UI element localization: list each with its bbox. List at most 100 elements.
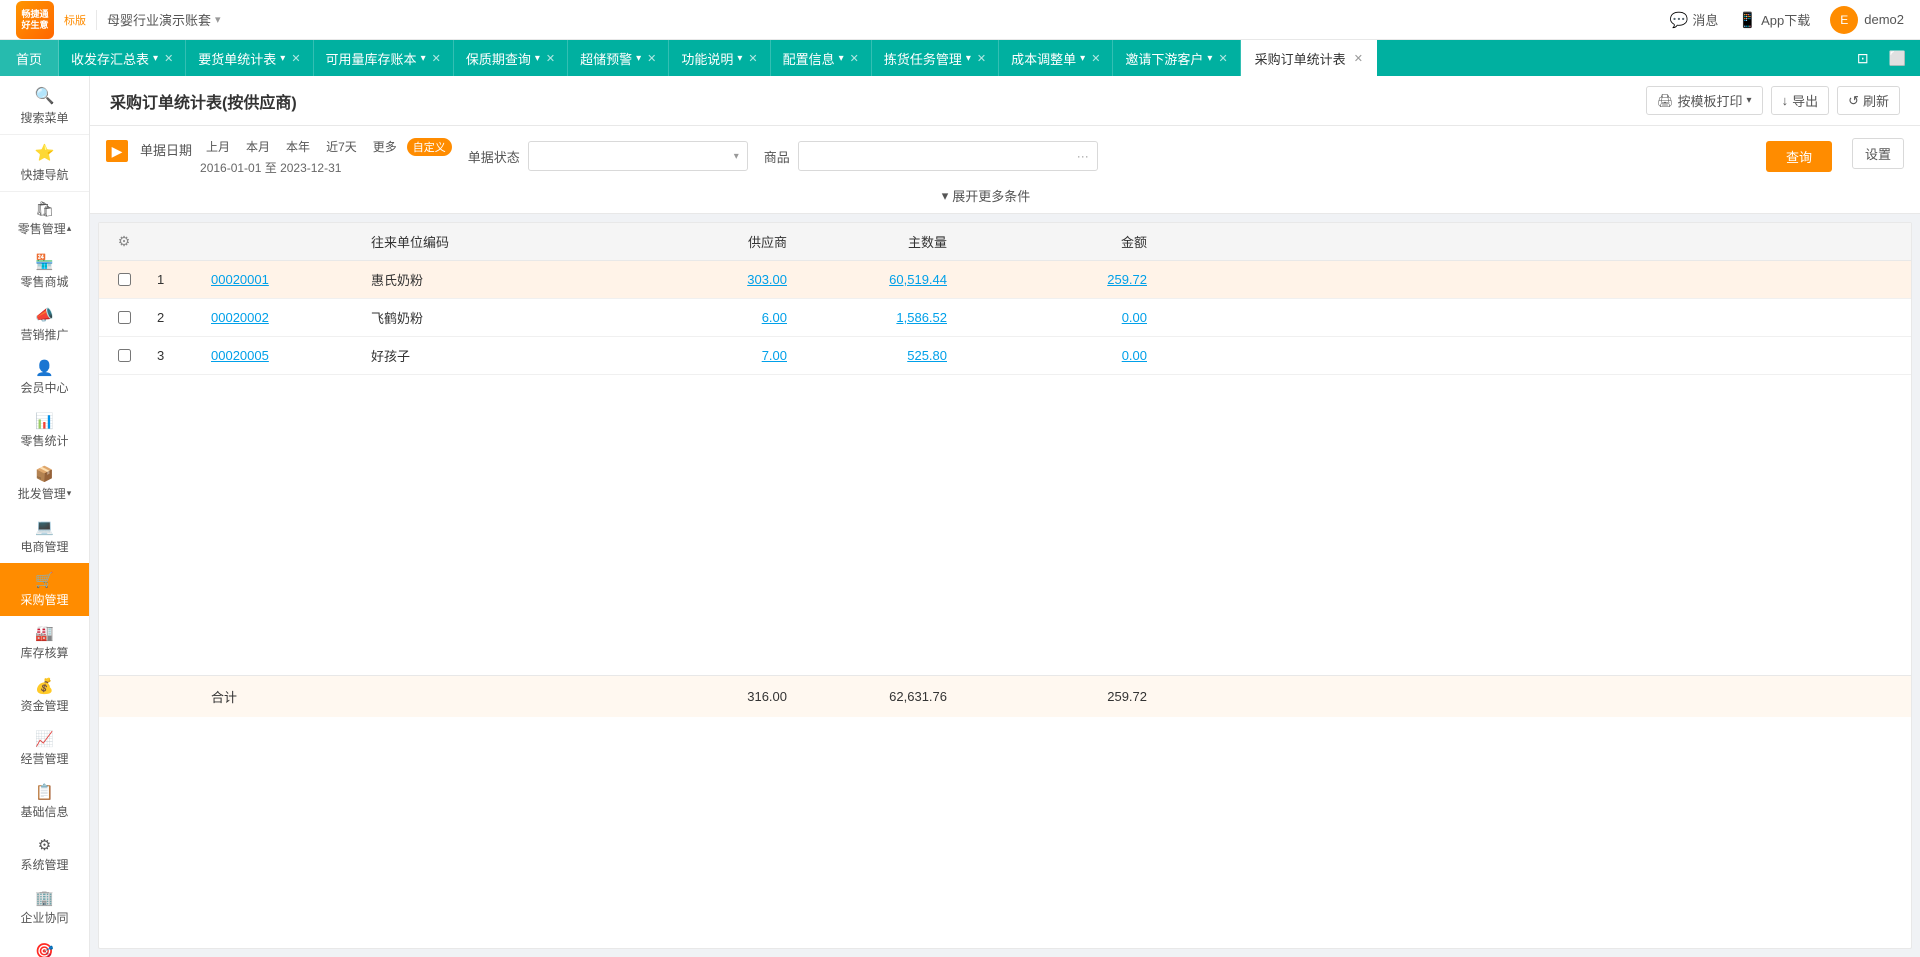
print-dropdown-icon: ▾ <box>1747 95 1752 106</box>
row-code-1[interactable]: 00020001 <box>199 272 359 287</box>
table-row: 1 00020001 惠氏奶粉 303.00 60,519.44 259.72 <box>99 261 1911 299</box>
tab-chaochuyujing[interactable]: 超储预警▾✕ <box>568 40 669 76</box>
window-maximize-btn[interactable]: ⬜ <box>1883 48 1912 69</box>
row-checkbox-3[interactable] <box>118 349 131 362</box>
print-btn[interactable]: 🖨 按模板打印 ▾ <box>1646 86 1763 115</box>
row-checkbox-2[interactable] <box>118 311 131 324</box>
tab-close-gongneng[interactable]: ✕ <box>748 52 757 65</box>
table-settings-icon[interactable]: ⚙ <box>118 233 131 250</box>
tab-close-peizhi[interactable]: ✕ <box>850 52 859 65</box>
sidebar-item-kucun[interactable]: 🏭 库存核算 <box>0 616 89 669</box>
tab-close-caigou[interactable]: ✕ <box>1354 52 1363 65</box>
date-shortcut-last-month[interactable]: 上月 <box>200 136 236 157</box>
tab-baozhiqi[interactable]: 保质期查询▾✕ <box>454 40 568 76</box>
row-paid-1[interactable]: 259.72 <box>959 272 1159 287</box>
tab-close-shoufacun[interactable]: ✕ <box>164 52 173 65</box>
row-qty-3[interactable]: 7.00 <box>639 348 799 363</box>
window-restore-btn[interactable]: ⊡ <box>1851 48 1875 69</box>
goods-more-icon: ··· <box>1077 149 1089 163</box>
tab-close-chengben[interactable]: ✕ <box>1091 52 1100 65</box>
user-avatar[interactable]: E demo2 <box>1830 6 1904 34</box>
tab-peizhi[interactable]: 配置信息▾✕ <box>771 40 872 76</box>
goods-input[interactable]: ··· <box>798 141 1098 171</box>
date-shortcut-this-month[interactable]: 本月 <box>240 136 276 157</box>
tab-chengben[interactable]: 成本调整单▾✕ <box>999 40 1113 76</box>
refresh-btn[interactable]: ↺ 刷新 <box>1837 86 1900 115</box>
sidebar-item-lingshout[interactable]: 📊 零售统计 <box>0 404 89 457</box>
query-button[interactable]: 查询 <box>1766 141 1832 172</box>
tab-shoufacun[interactable]: 收发存汇总表▾✕ <box>59 40 186 76</box>
sidebar-search[interactable]: 🔍 搜索菜单 <box>0 76 89 135</box>
message-btn[interactable]: 💬 消息 <box>1670 10 1719 29</box>
tab-close-yaoqing[interactable]: ✕ <box>1218 52 1227 65</box>
date-shortcut-this-year[interactable]: 本年 <box>280 136 316 157</box>
sidebar-item-lingshous[interactable]: 🏪 零售商城 <box>0 245 89 298</box>
sidebar-item-yingxiao[interactable]: 📣 营销推广 <box>0 298 89 351</box>
collapse-filter-btn[interactable]: ▶ <box>106 140 128 162</box>
export-btn[interactable]: ↓ 导出 <box>1771 86 1830 115</box>
workspace-selector[interactable]: 母婴行业演示账套 ▾ <box>107 10 221 29</box>
row-num-1: 1 <box>149 272 199 287</box>
business-icon: 📈 <box>35 730 54 748</box>
status-select[interactable]: ▾ <box>528 141 748 171</box>
row-num-3: 3 <box>149 348 199 363</box>
tab-close-baozhiqi[interactable]: ✕ <box>546 52 555 65</box>
app-subtitle: 标版 <box>64 12 86 28</box>
expand-more-btn[interactable]: ▾ 展开更多条件 <box>140 180 1832 207</box>
tab-yaoqing[interactable]: 邀请下游客户▾✕ <box>1113 40 1240 76</box>
row-paid-2[interactable]: 0.00 <box>959 310 1159 325</box>
row-checkbox-1[interactable] <box>118 273 131 286</box>
tab-jianhuo[interactable]: 拣货任务管理▾✕ <box>872 40 999 76</box>
row-qty-1[interactable]: 303.00 <box>639 272 799 287</box>
newbie-icon: 🎯 <box>35 942 54 957</box>
row-code-3[interactable]: 00020005 <box>199 348 359 363</box>
sidebar-item-xinshou[interactable]: 🎯 新手引导 <box>0 934 89 957</box>
sidebar-item-qiye[interactable]: 🏢 企业协同 <box>0 881 89 934</box>
tab-home[interactable]: 首页 <box>0 40 59 76</box>
tab-close-yaohuo[interactable]: ✕ <box>291 52 300 65</box>
sidebar-item-huiyuan[interactable]: 👤 会员中心 <box>0 351 89 404</box>
tab-close-jianhuo[interactable]: ✕ <box>977 52 986 65</box>
footer-paid: 259.72 <box>959 689 1159 704</box>
date-label: 单据日期 <box>140 140 192 159</box>
sidebar-item-jingying[interactable]: 📈 经营管理 <box>0 722 89 775</box>
row-amount-3[interactable]: 525.80 <box>799 348 959 363</box>
date-shortcut-7days[interactable]: 近7天 <box>320 136 363 157</box>
row-supplier-3: 好孩子 <box>359 346 639 365</box>
settings-button[interactable]: 设置 <box>1852 138 1904 169</box>
status-dropdown-icon: ▾ <box>734 151 739 162</box>
tab-caigou-active[interactable]: 采购订单统计表 ✕ <box>1241 40 1377 76</box>
sidebar-item-caigou[interactable]: 🛒 采购管理 <box>0 563 89 616</box>
tab-yaohuo[interactable]: 要货单统计表▾✕ <box>186 40 313 76</box>
sidebar-item-jichu[interactable]: 📋 基础信息 <box>0 775 89 828</box>
tab-kuyong[interactable]: 可用量库存账本▾✕ <box>314 40 454 76</box>
sidebar-item-lingshoul[interactable]: 🛍 零售管理 ▴ <box>0 192 89 245</box>
download-icon: 📱 <box>1738 11 1757 29</box>
ecommerce-icon: 💻 <box>35 518 54 536</box>
tab-gongneng[interactable]: 功能说明▾✕ <box>669 40 770 76</box>
finance-icon: 💰 <box>35 677 54 695</box>
col-header-amount: 主数量 <box>799 232 959 251</box>
marketing-icon: 📣 <box>35 306 54 324</box>
row-amount-1[interactable]: 60,519.44 <box>799 272 959 287</box>
tab-close-chaochuyujing[interactable]: ✕ <box>647 52 656 65</box>
app-download-btn[interactable]: 📱 App下载 <box>1738 10 1810 29</box>
row-qty-2[interactable]: 6.00 <box>639 310 799 325</box>
sidebar-item-pifa[interactable]: 📦 批发管理 ▾ <box>0 457 89 510</box>
sidebar-item-xitong[interactable]: ⚙ 系统管理 <box>0 828 89 881</box>
row-amount-2[interactable]: 1,586.52 <box>799 310 959 325</box>
col-header-paid: 金额 <box>959 232 1159 251</box>
col-header-qty: 供应商 <box>639 232 799 251</box>
sidebar-quicknav[interactable]: ⭐ 快捷导航 <box>0 135 89 192</box>
refresh-icon: ↺ <box>1848 93 1859 109</box>
row-supplier-1: 惠氏奶粉 <box>359 270 639 289</box>
basic-info-icon: 📋 <box>35 783 54 801</box>
date-shortcut-more[interactable]: 更多 <box>367 136 403 157</box>
goods-label: 商品 <box>764 147 790 166</box>
sidebar-item-dianshang[interactable]: 💻 电商管理 <box>0 510 89 563</box>
table-footer: 合计 316.00 62,631.76 259.72 <box>99 675 1911 717</box>
tab-close-kuyong[interactable]: ✕ <box>432 52 441 65</box>
row-paid-3[interactable]: 0.00 <box>959 348 1159 363</box>
row-code-2[interactable]: 00020002 <box>199 310 359 325</box>
sidebar-item-zijin[interactable]: 💰 资金管理 <box>0 669 89 722</box>
